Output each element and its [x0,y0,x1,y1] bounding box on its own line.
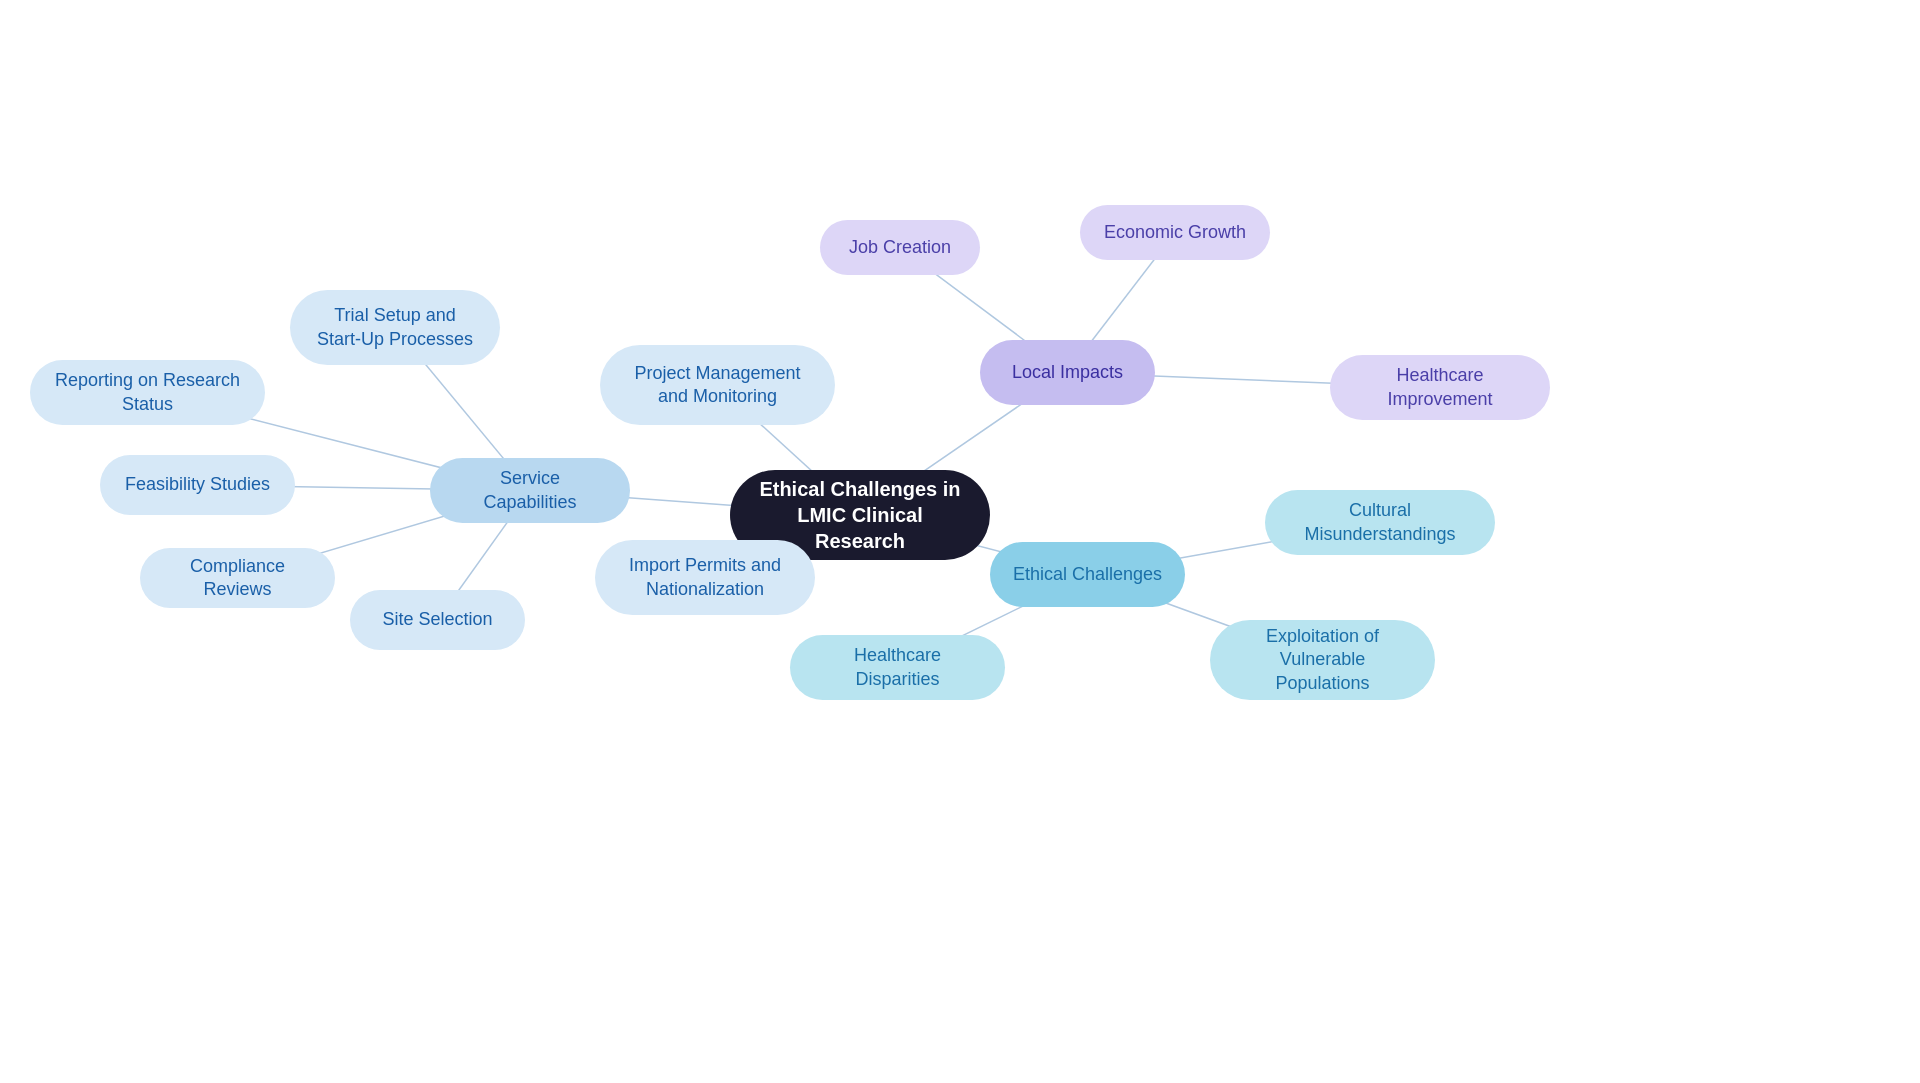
compliance-node[interactable]: Compliance Reviews [140,548,335,608]
cultural-misunderstandings-node[interactable]: Cultural Misunderstandings [1265,490,1495,555]
site-selection-node[interactable]: Site Selection [350,590,525,650]
ethical-challenges-node[interactable]: Ethical Challenges [990,542,1185,607]
trial-setup-node[interactable]: Trial Setup and Start-Up Processes [290,290,500,365]
job-creation-node[interactable]: Job Creation [820,220,980,275]
healthcare-disparities-node[interactable]: Healthcare Disparities [790,635,1005,700]
reporting-node[interactable]: Reporting on Research Status [30,360,265,425]
project-mgmt-node[interactable]: Project Management and Monitoring [600,345,835,425]
economic-growth-node[interactable]: Economic Growth [1080,205,1270,260]
healthcare-improvement-node[interactable]: Healthcare Improvement [1330,355,1550,420]
exploitation-node[interactable]: Exploitation of Vulnerable Populations [1210,620,1435,700]
import-permits-node[interactable]: Import Permits and Nationalization [595,540,815,615]
service-capabilities-node[interactable]: Service Capabilities [430,458,630,523]
local-impacts-node[interactable]: Local Impacts [980,340,1155,405]
feasibility-node[interactable]: Feasibility Studies [100,455,295,515]
